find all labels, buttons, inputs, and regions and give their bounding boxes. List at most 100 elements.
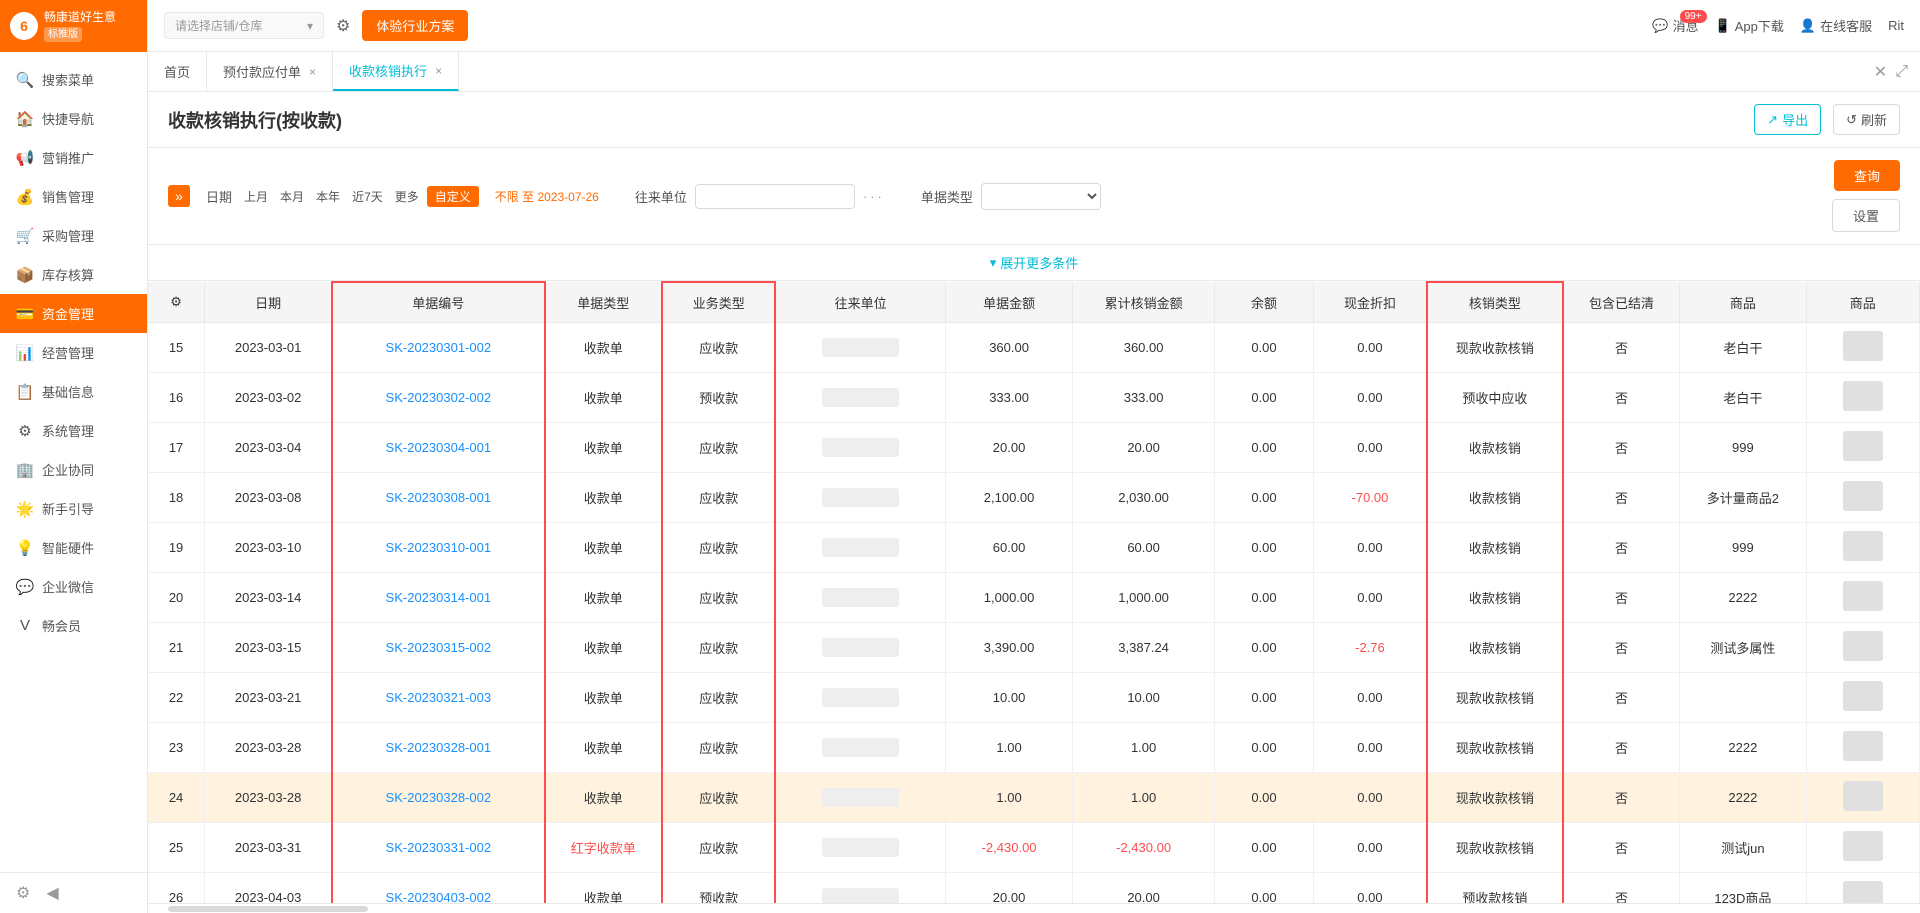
tab-home[interactable]: 首页 [148,52,207,91]
bill-no-link[interactable]: SK-20230321-003 [386,690,492,705]
cell-no: 22 [148,673,205,723]
cell-bill-amount: 2,100.00 [945,473,1072,523]
cell-bill-amount: 360.00 [945,323,1072,373]
filter-partner-input[interactable] [695,184,855,209]
operation-icon: 📊 [16,344,34,362]
sidebar-item-guide[interactable]: 🌟 新手引导 [0,489,147,528]
sidebar-item-quick-nav[interactable]: 🏠 快捷导航 [0,99,147,138]
online-service-button[interactable]: 👤 在线客服 [1800,16,1872,35]
cell-goods: 老白干 [1680,373,1806,423]
tab-prepay-close-icon[interactable]: × [309,65,316,79]
cell-goods [1680,673,1806,723]
bill-no-link[interactable]: SK-20230304-001 [386,440,492,455]
filter-this-year[interactable]: 本年 [312,186,344,207]
sidebar-item-hardware[interactable]: 💡 智能硬件 [0,528,147,567]
cell-writeoff-type: 现款收款核销 [1427,723,1563,773]
cell-no: 24 [148,773,205,823]
cell-include-settled: 否 [1563,573,1680,623]
cell-bill-no: SK-20230328-001 [332,723,544,773]
brand-text: 请选择店铺/仓库 [175,17,262,34]
bill-no-link[interactable]: SK-20230328-001 [386,740,492,755]
horizontal-scrollbar[interactable] [148,903,1920,913]
sidebar-item-wechat[interactable]: 💬 企业微信 [0,567,147,606]
sidebar-item-system[interactable]: ⚙ 系统管理 [0,411,147,450]
tab-prepay[interactable]: 预付款应付单 × [207,52,333,91]
sidebar-item-enterprise[interactable]: 🏢 企业协同 [0,450,147,489]
sidebar-item-search[interactable]: 🔍 搜索菜单 [0,60,147,99]
collapse-icon[interactable]: ◀ [46,883,58,903]
table-row: 22 2023-03-21 SK-20230321-003 收款单 应收款 ██… [148,673,1920,723]
tab-expand-icon[interactable]: ⤢ [1895,63,1908,81]
cell-cash-discount: 0.00 [1314,323,1427,373]
filter-expand-button[interactable]: ▾ 展开更多条件 [148,249,1920,276]
bill-no-link[interactable]: SK-20230301-002 [386,340,492,355]
brand-selector[interactable]: 请选择店铺/仓库 ▾ [164,12,324,39]
sidebar-item-member[interactable]: V 畅会员 [0,606,147,645]
tab-close-all-icon[interactable]: ✕ [1874,62,1887,82]
tab-collection[interactable]: 收款核销执行 × [333,52,459,91]
export-button[interactable]: ↗ 导出 [1754,104,1821,135]
home-icon: 🏠 [16,110,34,128]
cell-bill-type: 红字收款单 [545,823,663,873]
solution-button[interactable]: 体验行业方案 [362,10,468,41]
filter-collapse-button[interactable]: » [168,185,190,207]
app-download-button[interactable]: 📱 App下载 [1715,16,1784,35]
sidebar-item-finance[interactable]: 💳 资金管理 [0,294,147,333]
cell-goods2 [1806,623,1919,673]
cell-total-writeoff: 333.00 [1073,373,1215,423]
bill-no-link[interactable]: SK-20230403-002 [386,890,492,903]
filter-more[interactable]: 更多 [391,186,423,207]
cell-cash-discount: 0.00 [1314,823,1427,873]
filter-7days[interactable]: 近7天 [348,186,387,207]
sidebar-item-marketing[interactable]: 📢 营销推广 [0,138,147,177]
sidebar: 6 畅康道好生意 标推版 🔍 搜索菜单 🏠 快捷导航 📢 营销推广 💰 销售管理… [0,0,148,913]
th-settings[interactable]: ⚙ [148,282,205,323]
sidebar-item-basic[interactable]: 📋 基础信息 [0,372,147,411]
filter-settings-button[interactable]: 设置 [1832,199,1900,232]
bill-no-link[interactable]: SK-20230315-002 [386,640,492,655]
cell-goods2 [1806,423,1919,473]
cell-bill-no: SK-20230310-001 [332,523,544,573]
th-balance: 余额 [1214,282,1313,323]
main-area: 请选择店铺/仓库 ▾ ⚙ 体验行业方案 💬 消息 99+ 📱 App下载 👤 在… [148,0,1920,913]
cell-include-settled: 否 [1563,323,1680,373]
message-button[interactable]: 💬 消息 99+ [1652,16,1698,35]
refresh-button[interactable]: ↺ 刷新 [1833,104,1900,135]
filter-last-month[interactable]: 上月 [240,186,272,207]
bill-no-link[interactable]: SK-20230331-002 [386,840,492,855]
cell-biz-type: 应收款 [662,423,775,473]
bill-no-link[interactable]: SK-20230310-001 [386,540,492,555]
filter-bill-type-select[interactable] [981,183,1101,210]
page-header: 收款核销执行(按收款) ↗ 导出 ↺ 刷新 [148,92,1920,148]
scrollbar-thumb[interactable] [168,906,368,912]
cell-bill-amount: 10.00 [945,673,1072,723]
sidebar-item-purchase[interactable]: 🛒 采购管理 [0,216,147,255]
sidebar-item-operation[interactable]: 📊 经营管理 [0,333,147,372]
cell-partner: ████ [775,623,945,673]
bill-no-link[interactable]: SK-20230302-002 [386,390,492,405]
column-settings-icon[interactable]: ⚙ [170,294,182,309]
bill-no-link[interactable]: SK-20230328-002 [386,790,492,805]
cell-bill-type: 收款单 [545,323,663,373]
hardware-icon: 💡 [16,539,34,557]
settings-bottom-icon[interactable]: ⚙ [16,883,30,903]
th-date: 日期 [205,282,332,323]
filter-custom-button[interactable]: 自定义 [427,186,479,207]
th-total-writeoff: 累计核销金额 [1073,282,1215,323]
cell-bill-type: 收款单 [545,523,663,573]
topbar-gear-icon[interactable]: ⚙ [336,16,350,36]
cell-biz-type: 应收款 [662,623,775,673]
bill-no-link[interactable]: SK-20230314-001 [386,590,492,605]
cell-include-settled: 否 [1563,623,1680,673]
user-name[interactable]: Rit [1888,18,1904,33]
cell-bill-type: 收款单 [545,873,663,904]
bill-no-link[interactable]: SK-20230308-001 [386,490,492,505]
tab-collection-close-icon[interactable]: × [435,64,442,78]
table-row: 16 2023-03-02 SK-20230302-002 收款单 预收款 ██… [148,373,1920,423]
sidebar-item-inventory[interactable]: 📦 库存核算 [0,255,147,294]
cell-partner: ████ [775,523,945,573]
sidebar-label-finance: 资金管理 [42,304,94,323]
filter-this-month[interactable]: 本月 [276,186,308,207]
sidebar-item-sales[interactable]: 💰 销售管理 [0,177,147,216]
query-button[interactable]: 查询 [1834,160,1900,191]
